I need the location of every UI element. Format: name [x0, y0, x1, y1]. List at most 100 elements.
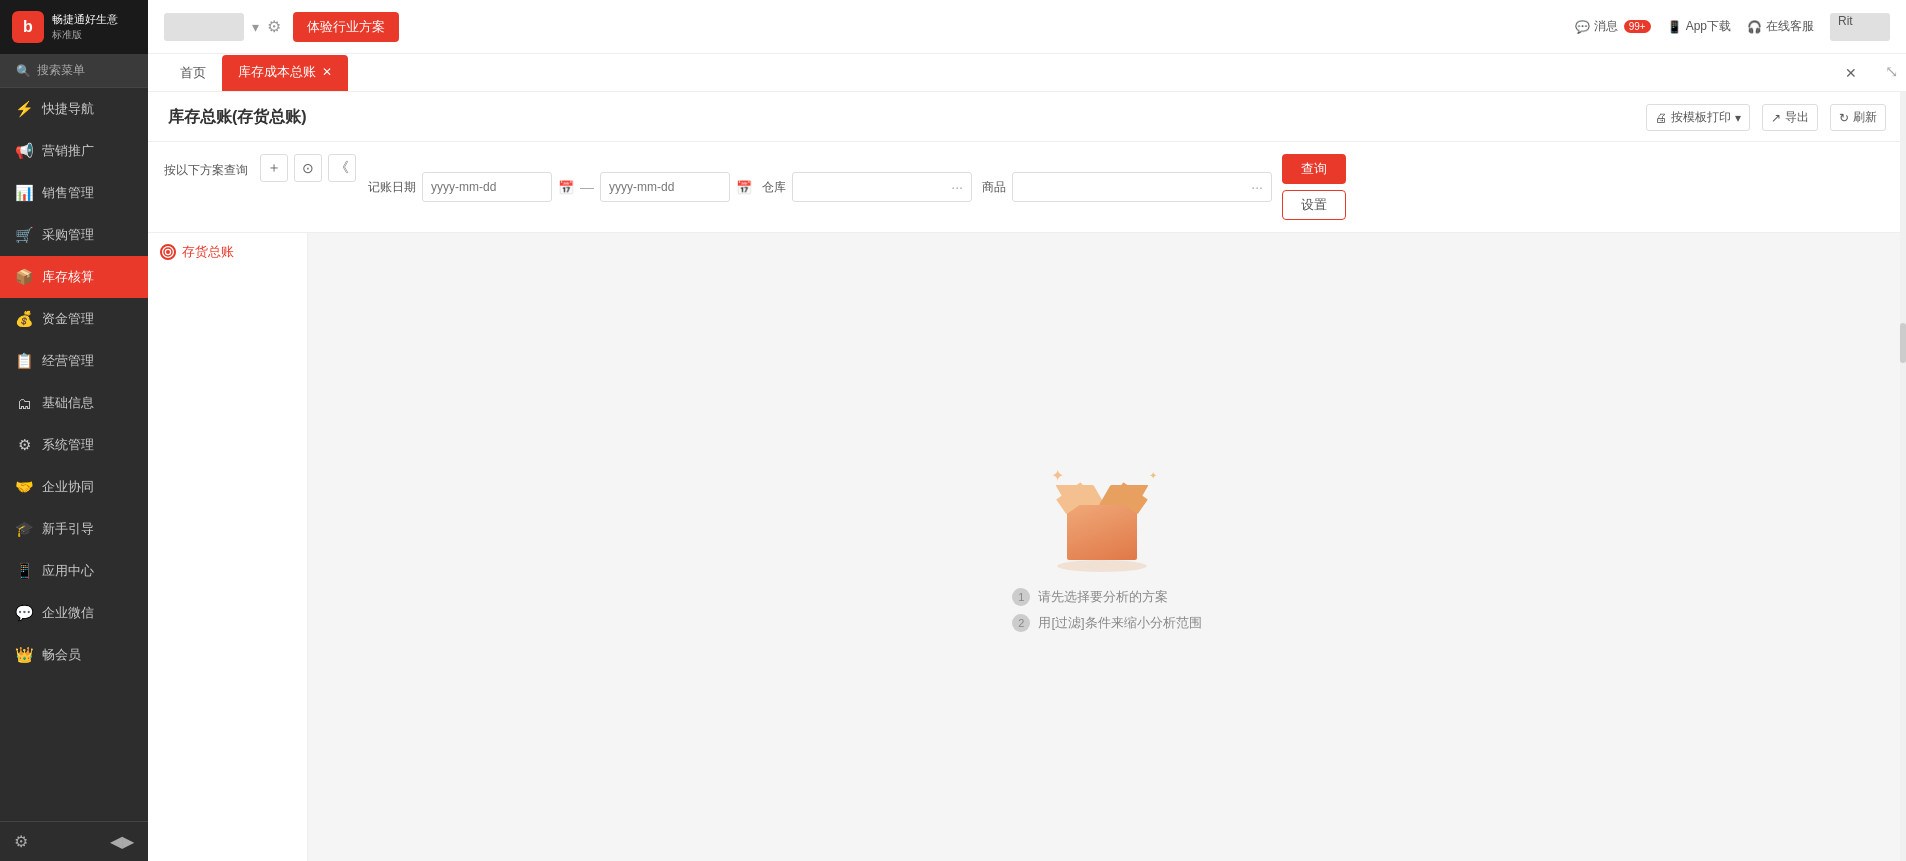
refresh-icon: ↻	[1839, 111, 1849, 125]
svg-point-1	[166, 250, 170, 254]
right-scrollbar-thumb[interactable]	[1900, 323, 1906, 363]
settings-bottom-icon[interactable]: ⚙	[14, 832, 28, 851]
export-button[interactable]: ↗ 导出	[1762, 104, 1818, 131]
scheme-item[interactable]: 存货总账	[148, 233, 307, 271]
sidebar-item-app-center[interactable]: 📱 应用中心	[0, 550, 148, 592]
date-start-input[interactable]	[422, 172, 552, 202]
calendar-start-icon[interactable]: 📅	[558, 180, 574, 195]
gear-icon[interactable]: ⚙	[267, 17, 281, 36]
refresh-button[interactable]: ↻ 刷新	[1830, 104, 1886, 131]
sidebar-item-sales[interactable]: 📊 销售管理	[0, 172, 148, 214]
query-button[interactable]: 查询	[1282, 154, 1346, 184]
tab-home-label: 首页	[180, 64, 206, 82]
sidebar-item-guide[interactable]: 🎓 新手引导	[0, 508, 148, 550]
sidebar-item-wechat[interactable]: 💬 企业微信	[0, 592, 148, 634]
collapse-filter-button[interactable]: 《	[328, 154, 356, 182]
sidebar: b 畅捷通好生意 标准版 🔍 搜索菜单 ⚡ 快捷导航 📢 营销推广 📊 销售管理…	[0, 0, 148, 861]
sidebar-item-label: 新手引导	[42, 520, 94, 538]
calendar-end-icon[interactable]: 📅	[736, 180, 752, 195]
empty-tip-2: 2 用[过滤]条件来缩小分析范围	[1012, 614, 1201, 632]
breadcrumb-placeholder	[164, 13, 244, 41]
sidebar-item-marketing[interactable]: 📢 营销推广	[0, 130, 148, 172]
basic-icon: 🗂	[14, 393, 34, 413]
online-service-label: 在线客服	[1766, 18, 1814, 35]
date-end-input[interactable]	[600, 172, 730, 202]
product-filter-label: 商品	[982, 179, 1006, 196]
sidebar-item-label: 畅会员	[42, 646, 81, 664]
sidebar-search[interactable]: 🔍 搜索菜单	[0, 54, 148, 88]
product-select[interactable]: ···	[1012, 172, 1272, 202]
add-scheme-button[interactable]: ＋	[260, 154, 288, 182]
user-avatar[interactable]: Rit	[1830, 13, 1890, 41]
marketing-icon: 📢	[14, 141, 34, 161]
product-more-icon[interactable]: ···	[1251, 179, 1263, 195]
scheme-item-label: 存货总账	[182, 243, 234, 261]
empty-illustration-image: ✦ ✦	[1047, 462, 1167, 572]
sidebar-item-system[interactable]: ⚙ 系统管理	[0, 424, 148, 466]
app-download-item[interactable]: 📱 App下载	[1667, 18, 1731, 35]
sidebar-item-quick-nav[interactable]: ⚡ 快捷导航	[0, 88, 148, 130]
body-area: 存货总账	[148, 233, 1906, 861]
settings-button[interactable]: 设置	[1282, 190, 1346, 220]
export-icon: ↗	[1771, 111, 1781, 125]
sidebar-bottom: ⚙ ◀▶	[0, 821, 148, 861]
sidebar-item-label: 销售管理	[42, 184, 94, 202]
search-icon: 🔍	[16, 64, 31, 78]
wechat-icon: 💬	[14, 603, 34, 623]
settings-scheme-button[interactable]: ⊙	[294, 154, 322, 182]
right-scrollbar[interactable]	[1900, 92, 1906, 861]
collapse-icon[interactable]: ◀▶	[110, 832, 134, 851]
chevron-down-icon[interactable]: ▾	[252, 19, 259, 35]
online-service-item[interactable]: 🎧 在线客服	[1747, 18, 1814, 35]
sidebar-item-label: 企业微信	[42, 604, 94, 622]
product-filter-group: 商品 ···	[982, 172, 1272, 202]
print-icon: 🖨	[1655, 111, 1667, 125]
date-filter-group: 记账日期 📅 — 📅	[368, 172, 752, 202]
user-name: Rit	[1830, 10, 1861, 32]
topbar-right: 💬 消息 99+ 📱 App下载 🎧 在线客服 Rit	[1575, 13, 1890, 41]
expand-icon[interactable]: ⤡	[1885, 62, 1898, 81]
tab-inventory-cost-label: 库存成本总账	[238, 63, 316, 81]
industry-solution-button[interactable]: 体验行业方案	[293, 12, 399, 42]
filter-area: 按以下方案查询 ＋ ⊙ 《 记账日期 📅 — 📅 仓库	[148, 142, 1906, 233]
page-header-actions: 🖨 按模板打印 ▾ ↗ 导出 ↻ 刷新	[1646, 104, 1886, 141]
sidebar-logo: b 畅捷通好生意 标准版	[0, 0, 148, 54]
sidebar-item-enterprise[interactable]: 🤝 企业协同	[0, 466, 148, 508]
message-item[interactable]: 💬 消息 99+	[1575, 18, 1651, 35]
print-chevron-icon: ▾	[1735, 111, 1741, 125]
tab-inventory-cost[interactable]: 库存成本总账 ✕	[222, 55, 348, 91]
phone-icon: 📱	[1667, 20, 1682, 34]
sidebar-item-basic[interactable]: 🗂 基础信息	[0, 382, 148, 424]
logo-text-block: 畅捷通好生意 标准版	[52, 12, 118, 41]
app-download-label: App下载	[1686, 18, 1731, 35]
purchase-icon: 🛒	[14, 225, 34, 245]
warehouse-filter-label: 仓库	[762, 179, 786, 196]
warehouse-more-icon[interactable]: ···	[951, 179, 963, 195]
print-button[interactable]: 🖨 按模板打印 ▾	[1646, 104, 1750, 131]
sidebar-item-label: 营销推广	[42, 142, 94, 160]
warehouse-filter-group: 仓库 ···	[762, 172, 972, 202]
panel-close-button[interactable]: ✕	[1836, 54, 1866, 92]
logo-sub-text: 标准版	[52, 28, 118, 42]
empty-tip-1-text: 请先选择要分析的方案	[1038, 588, 1168, 606]
sidebar-item-member[interactable]: 👑 畅会员	[0, 634, 148, 676]
message-badge: 99+	[1624, 20, 1651, 33]
star-icon: ✦	[1051, 466, 1064, 485]
message-icon: 💬	[1575, 20, 1590, 34]
step-2-badge: 2	[1012, 614, 1030, 632]
message-label: 消息	[1594, 18, 1618, 35]
empty-tip-2-text: 用[过滤]条件来缩小分析范围	[1038, 614, 1201, 632]
logo-icon: b	[12, 11, 44, 43]
sidebar-item-finance[interactable]: 💰 资金管理	[0, 298, 148, 340]
warehouse-select[interactable]: ···	[792, 172, 972, 202]
sidebar-item-label: 系统管理	[42, 436, 94, 454]
sidebar-item-operation[interactable]: 📋 经营管理	[0, 340, 148, 382]
scheme-dot-icon	[160, 244, 176, 260]
sidebar-item-label: 经营管理	[42, 352, 94, 370]
sidebar-item-inventory[interactable]: 📦 库存核算	[0, 256, 148, 298]
sidebar-item-purchase[interactable]: 🛒 采购管理	[0, 214, 148, 256]
tab-close-icon[interactable]: ✕	[322, 65, 332, 79]
tab-home[interactable]: 首页	[164, 56, 222, 90]
empty-tips: 1 请先选择要分析的方案 2 用[过滤]条件来缩小分析范围	[1012, 588, 1201, 632]
logo-main-text: 畅捷通好生意	[52, 12, 118, 27]
